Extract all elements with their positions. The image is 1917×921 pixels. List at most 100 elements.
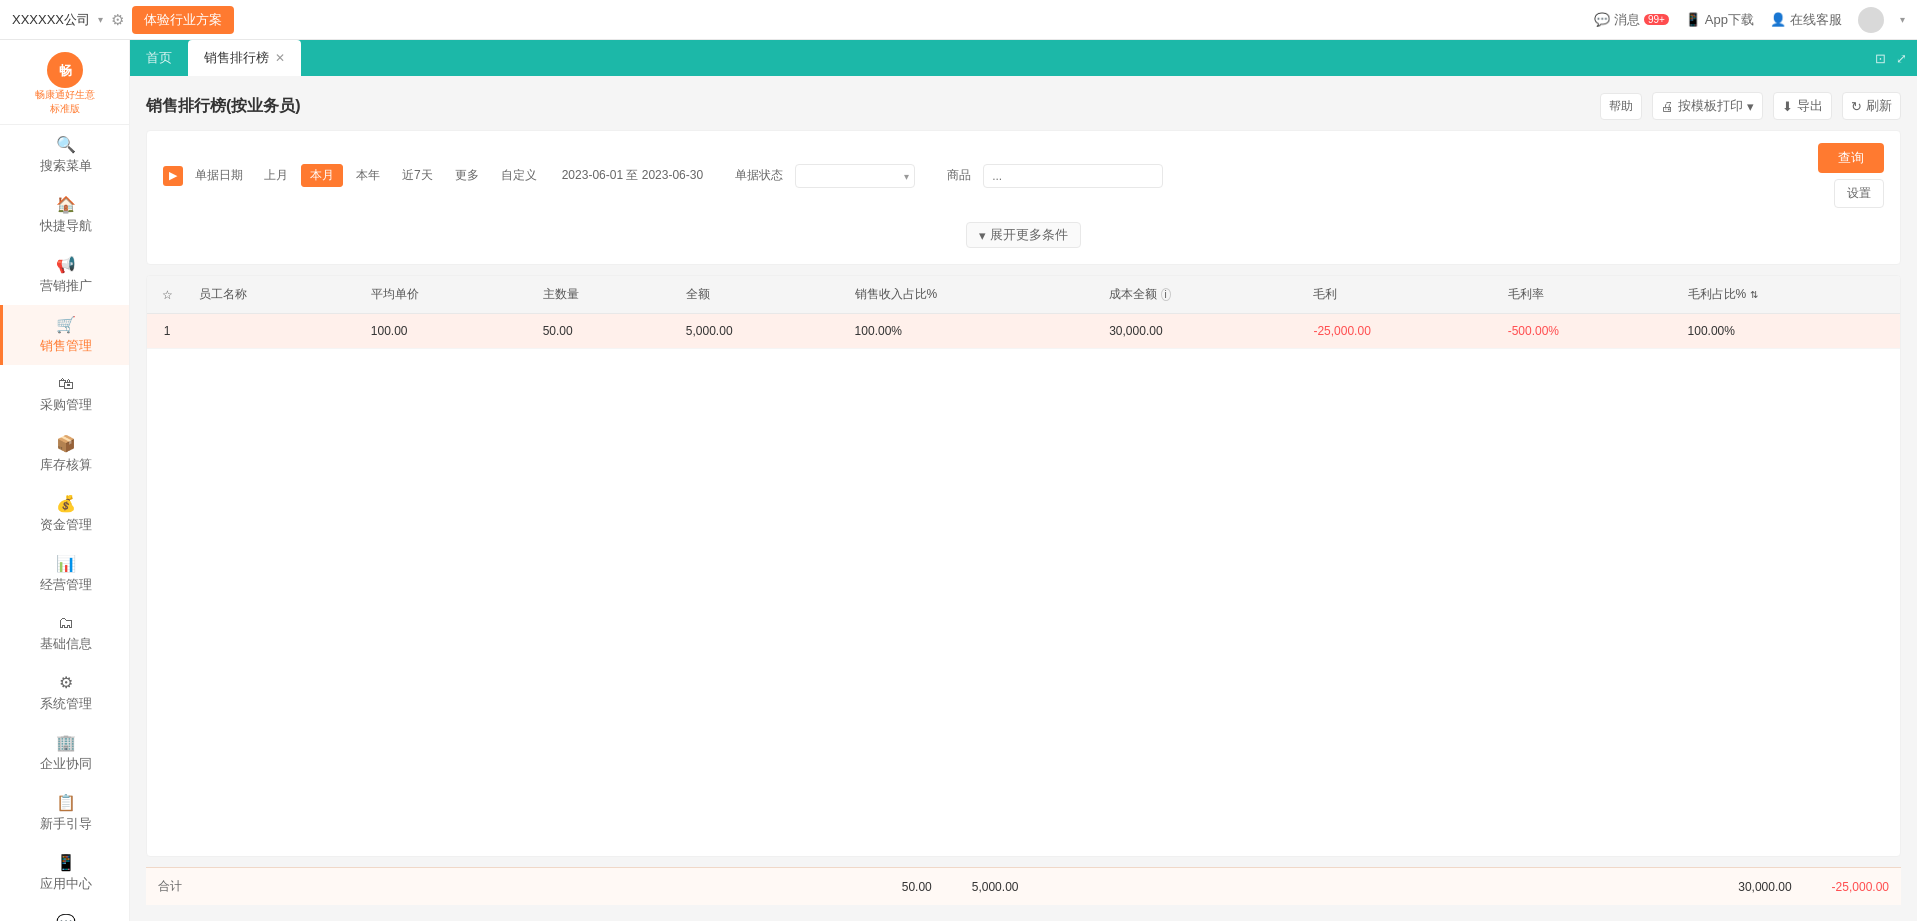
filter-collapse-icon: ▶ bbox=[169, 169, 177, 182]
sidebar-item-sales[interactable]: 🛒 销售管理 bbox=[0, 305, 129, 365]
main-layout: 畅 畅康通好生意标准版 🔍 搜索菜单 🏠 快捷导航 📢 营销推广 🛒 销售管理 … bbox=[0, 40, 1917, 921]
sidebar-icon-purchase: 🛍 bbox=[58, 375, 74, 393]
sidebar-item-marketing[interactable]: 📢 营销推广 bbox=[0, 245, 129, 305]
sidebar-item-system[interactable]: ⚙ 系统管理 bbox=[0, 663, 129, 723]
date-tab-this-month[interactable]: 本月 bbox=[301, 164, 343, 187]
sidebar-icon-enterprise: 🏢 bbox=[56, 733, 76, 752]
cost-info-icon[interactable]: i bbox=[1161, 288, 1171, 301]
sidebar-item-purchase[interactable]: 🛍 采购管理 bbox=[0, 365, 129, 424]
sidebar-label-search: 搜索菜单 bbox=[40, 157, 92, 175]
sidebar-item-quick-nav[interactable]: 🏠 快捷导航 bbox=[0, 185, 129, 245]
sidebar-item-finance[interactable]: 💰 资金管理 bbox=[0, 484, 129, 544]
sidebar-label-operation: 经营管理 bbox=[40, 576, 92, 594]
date-tab-last-month[interactable]: 上月 bbox=[255, 164, 297, 187]
topbar: XXXXXX公司 ▾ ⚙ 体验行业方案 💬 消息 99+ 📱 App下载 👤 在… bbox=[0, 0, 1917, 40]
expand-icon: ▾ bbox=[979, 228, 986, 243]
date-tab-this-year[interactable]: 本年 bbox=[347, 164, 389, 187]
sidebar-icon-sales: 🛒 bbox=[56, 315, 76, 334]
chevron-down-icon-print: ▾ bbox=[1747, 99, 1754, 114]
col-cost: 成本全额 i bbox=[1097, 276, 1301, 314]
export-btn[interactable]: ⬇ 导出 bbox=[1773, 92, 1832, 120]
settings-btn[interactable]: 设置 bbox=[1834, 179, 1884, 208]
avatar[interactable] bbox=[1858, 7, 1884, 33]
help-btn[interactable]: 帮助 bbox=[1600, 93, 1642, 120]
industry-btn[interactable]: 体验行业方案 bbox=[132, 6, 234, 34]
sidebar-item-basic[interactable]: 🗂 基础信息 bbox=[0, 604, 129, 663]
col-sales-pct: 销售收入占比% bbox=[843, 276, 1098, 314]
table-header-row: ☆ 员工名称 平均单价 主数量 全额 销售收入占比% 成本全额 i 毛利 毛利率… bbox=[147, 276, 1900, 314]
cell-profit: -25,000.00 bbox=[1301, 314, 1495, 349]
profit-pct-sort-icon[interactable]: ⇅ bbox=[1750, 289, 1758, 300]
online-service-group[interactable]: 👤 在线客服 bbox=[1770, 11, 1842, 29]
expand-more-btn[interactable]: ▾ 展开更多条件 bbox=[966, 222, 1081, 248]
status-select[interactable] bbox=[795, 164, 915, 188]
date-tab-more[interactable]: 更多 bbox=[446, 164, 488, 187]
footer-cost: 30,000.00 bbox=[1738, 880, 1791, 894]
tab-sales-rank[interactable]: 销售排行榜 ✕ bbox=[188, 40, 301, 76]
status-filter-label: 单据状态 bbox=[735, 167, 783, 184]
expand-more-row: ▾ 展开更多条件 bbox=[163, 218, 1884, 252]
col-profit-pct: 毛利占比% ⇅ bbox=[1676, 276, 1900, 314]
table-body: 1 100.00 50.00 5,000.00 100.00% 30,000.0… bbox=[147, 314, 1900, 349]
sidebar-label-purchase: 采购管理 bbox=[40, 396, 92, 414]
date-range-display[interactable]: 2023-06-01 至 2023-06-30 bbox=[562, 167, 703, 184]
sidebar-label-finance: 资金管理 bbox=[40, 516, 92, 534]
col-qty: 主数量 bbox=[531, 276, 674, 314]
message-icon-group[interactable]: 💬 消息 99+ bbox=[1594, 11, 1669, 29]
refresh-btn[interactable]: ↻ 刷新 bbox=[1842, 92, 1901, 120]
query-btn[interactable]: 查询 bbox=[1818, 143, 1884, 173]
sidebar-icon-app-center: 📱 bbox=[56, 853, 76, 872]
col-total: 全额 bbox=[674, 276, 843, 314]
page-header: 销售排行榜(按业务员) 帮助 🖨 按模板打印 ▾ ⬇ 导出 ↻ 刷新 bbox=[146, 92, 1901, 120]
date-tab-custom[interactable]: 自定义 bbox=[492, 164, 546, 187]
svg-text:畅: 畅 bbox=[58, 63, 71, 78]
date-tabs: 上月 本月 本年 近7天 更多 自定义 bbox=[255, 164, 546, 187]
sidebar-item-app-center[interactable]: 📱 应用中心 bbox=[0, 843, 129, 903]
cell-total: 5,000.00 bbox=[674, 314, 843, 349]
filter-collapse-btn[interactable]: ▶ bbox=[163, 166, 183, 186]
tab-expand-icon[interactable]: ⤢ bbox=[1896, 51, 1907, 66]
col-profit: 毛利 bbox=[1301, 276, 1495, 314]
sidebar-item-wechat[interactable]: 💬 企业微信 bbox=[0, 903, 129, 921]
tab-close-icon[interactable]: ✕ bbox=[275, 51, 285, 65]
topbar-right: 💬 消息 99+ 📱 App下载 👤 在线客服 ▾ bbox=[1594, 7, 1905, 33]
sidebar-icon-basic: 🗂 bbox=[58, 614, 74, 632]
sidebar-item-search[interactable]: 🔍 搜索菜单 bbox=[0, 125, 129, 185]
print-btn[interactable]: 🖨 按模板打印 ▾ bbox=[1652, 92, 1763, 120]
data-table: ☆ 员工名称 平均单价 主数量 全额 销售收入占比% 成本全额 i 毛利 毛利率… bbox=[147, 276, 1900, 349]
app-download-icon: 📱 bbox=[1685, 12, 1701, 27]
gear-icon[interactable]: ⚙ bbox=[111, 11, 124, 29]
sidebar-icon-guide: 📋 bbox=[56, 793, 76, 812]
online-service-label: 在线客服 bbox=[1790, 11, 1842, 29]
chevron-down-icon[interactable]: ▾ bbox=[98, 14, 103, 25]
col-name: 员工名称 bbox=[187, 276, 359, 314]
sidebar-item-guide[interactable]: 📋 新手引导 bbox=[0, 783, 129, 843]
app-download-group[interactable]: 📱 App下载 bbox=[1685, 11, 1754, 29]
table-footer: 合计 50.00 5,000.00 30,000.00 -25,000.00 bbox=[146, 867, 1901, 905]
sidebar-item-enterprise[interactable]: 🏢 企业协同 bbox=[0, 723, 129, 783]
page-content: 销售排行榜(按业务员) 帮助 🖨 按模板打印 ▾ ⬇ 导出 ↻ 刷新 bbox=[130, 76, 1917, 921]
status-select-wrapper bbox=[795, 164, 915, 188]
tab-home[interactable]: 首页 bbox=[130, 40, 188, 76]
sidebar-icon-quick-nav: 🏠 bbox=[56, 195, 76, 214]
cell-profit-rate: -500.00% bbox=[1496, 314, 1676, 349]
table-container: ☆ 员工名称 平均单价 主数量 全额 销售收入占比% 成本全额 i 毛利 毛利率… bbox=[146, 275, 1901, 857]
tab-bar-right: ⊡ ⤢ bbox=[1875, 51, 1917, 66]
company-name[interactable]: XXXXXX公司 bbox=[12, 11, 90, 29]
footer-qty: 50.00 bbox=[902, 880, 932, 894]
sidebar-item-operation[interactable]: 📊 经营管理 bbox=[0, 544, 129, 604]
sidebar-icon-operation: 📊 bbox=[56, 554, 76, 573]
logo-icon: 畅 bbox=[47, 52, 83, 88]
sidebar-icon-marketing: 📢 bbox=[56, 255, 76, 274]
tab-bar: 首页 销售排行榜 ✕ ⊡ ⤢ bbox=[130, 40, 1917, 76]
chevron-down-icon-right[interactable]: ▾ bbox=[1900, 14, 1905, 25]
sidebar-icon-search: 🔍 bbox=[56, 135, 76, 154]
tab-minimize-icon[interactable]: ⊡ bbox=[1875, 51, 1886, 66]
sidebar: 畅 畅康通好生意标准版 🔍 搜索菜单 🏠 快捷导航 📢 营销推广 🛒 销售管理 … bbox=[0, 40, 130, 921]
message-badge: 99+ bbox=[1644, 14, 1669, 25]
filter-actions: 查询 设置 bbox=[1818, 143, 1884, 208]
goods-input[interactable] bbox=[983, 164, 1163, 188]
sidebar-label-marketing: 营销推广 bbox=[40, 277, 92, 295]
sidebar-item-inventory[interactable]: 📦 库存核算 bbox=[0, 424, 129, 484]
date-tab-7days[interactable]: 近7天 bbox=[393, 164, 442, 187]
